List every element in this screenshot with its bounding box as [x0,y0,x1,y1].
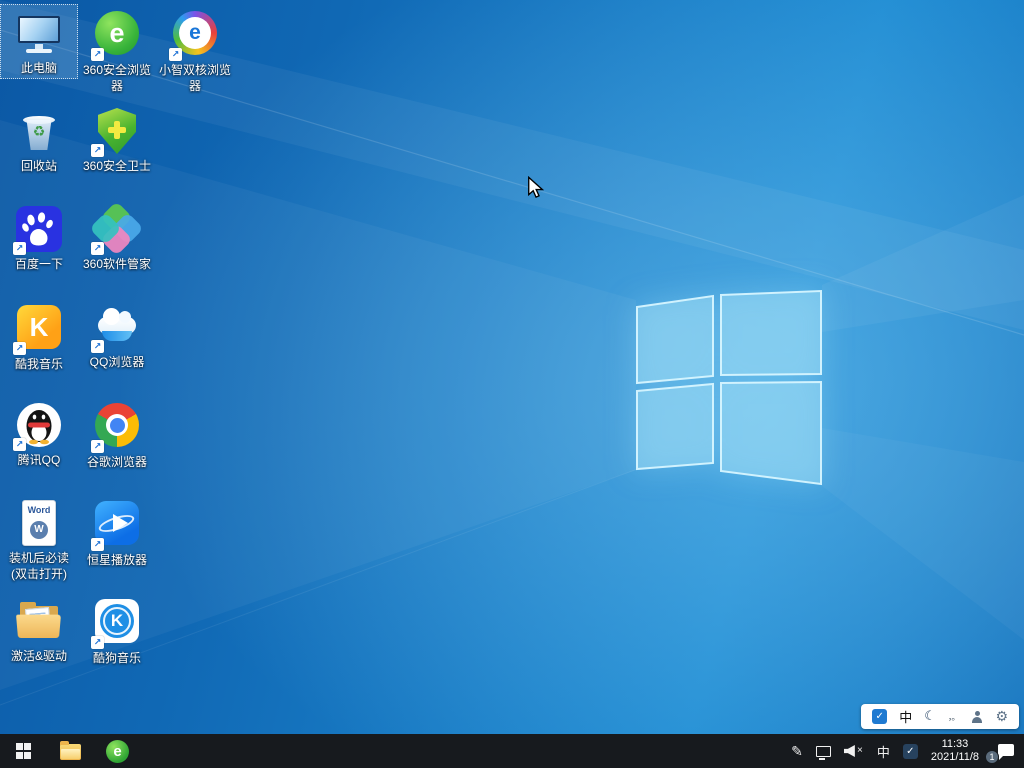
ime-mode-toggle[interactable]: 中 [899,707,912,726]
file-explorer-button[interactable] [47,734,94,768]
kugou-music-icon: K ↗ [91,599,141,649]
desktop-icon-qq-browser[interactable]: ↗ QQ浏览器 [78,298,156,373]
network-icon[interactable] [815,745,831,760]
person-icon[interactable] [971,710,983,723]
volume-muted-icon[interactable]: × [843,744,864,758]
desktop-icon-readme-doc[interactable]: Word W 装机后必读(双击打开) [0,494,78,585]
punctuation-toggle-icon[interactable]: ，。 [948,710,960,723]
icon-label: 酷狗音乐 [92,651,141,665]
shortcut-arrow-icon: ↗ [169,48,182,61]
icon-label: 360软件管家 [82,257,152,271]
folder-icon [15,597,63,645]
play-icon [113,514,128,532]
desktop-icon-activate-drivers[interactable]: 激活&驱动 [0,592,78,667]
star-player-icon: ↗ [91,501,141,551]
action-center-button[interactable]: 1 [985,742,1014,764]
start-button[interactable] [0,734,47,768]
shortcut-arrow-icon: ↗ [91,636,104,649]
word-badge: Word [27,505,51,515]
360-browser-icon: e ↗ [91,11,141,61]
chrome-icon: ↗ [91,403,141,453]
icon-label: 360安全浏览器 [82,63,152,93]
e-glyph: e [179,17,211,49]
ime-language-indicator[interactable]: 中 [877,742,890,761]
k-glyph: K [110,611,124,630]
icon-label: 酷我音乐 [14,357,63,371]
desktop-icon-360-software-manager[interactable]: ↗ 360软件管家 [78,200,156,275]
shortcut-arrow-icon: ↗ [91,48,104,61]
system-tray: ✎ × 中 ✓ 11:33 2021/11/8 1 [791,734,1024,768]
icon-label: 百度一下 [14,257,63,271]
clock-time: 11:33 [941,738,969,750]
ime-logo-icon[interactable]: ✓ [872,709,888,724]
word-document-icon: Word W [15,499,63,547]
settings-gear-icon[interactable]: ⚙ [995,709,1008,725]
icon-label: 此电脑 [20,61,57,75]
taskbar-apps: e [0,734,141,768]
taskbar-clock[interactable]: 11:33 2021/11/8 [931,738,979,764]
desktop-icon-kuwo-music[interactable]: K ↗ 酷我音乐 [0,298,78,375]
360-browser-taskbar-button[interactable]: e [94,734,141,768]
recycle-symbol-icon: ♻ [32,124,46,140]
icon-label: 装机后必读(双击打开) [8,551,69,581]
notification-count-badge: 1 [985,750,999,764]
shortcut-arrow-icon: ↗ [91,242,104,255]
icon-label: 激活&驱动 [10,649,67,663]
360-safeguard-shield-icon: ↗ [91,107,141,157]
shortcut-arrow-icon: ↗ [13,242,26,255]
taskbar: e ✎ × 中 ✓ 11:33 2021/11/8 1 [0,734,1024,768]
icon-label: 恒星播放器 [86,553,147,567]
windows-ink-pen-icon[interactable]: ✎ [791,743,803,760]
notification-bubble-icon [998,744,1014,760]
icon-label: 谷歌浏览器 [86,455,147,469]
desktop-icon-star-player[interactable]: ↗ 恒星播放器 [78,494,156,571]
qq-penguin-icon: ↗ [13,401,63,451]
360-browser-icon: e [106,739,129,763]
desktop-icon-tencent-qq[interactable]: ↗ 腾讯QQ [0,396,78,471]
icon-label: QQ浏览器 [89,355,145,369]
shortcut-arrow-icon: ↗ [91,538,104,551]
icon-label: 360安全卫士 [82,159,152,173]
windows-start-icon [15,743,32,759]
clock-date: 2021/11/8 [930,751,979,763]
word-monogram: W [30,521,48,539]
icon-label: 腾讯QQ [17,453,61,467]
shortcut-arrow-icon: ↗ [13,342,26,355]
shortcut-arrow-icon: ↗ [13,438,26,451]
desktop-icon-recycle-bin[interactable]: ♻ 回收站 [0,102,78,177]
baidu-paw-icon: ↗ [13,205,63,255]
desktop-icon-360-browser[interactable]: e ↗ 360安全浏览器 [78,4,156,97]
shortcut-arrow-icon: ↗ [91,340,104,353]
desktop-icon-xiaozhi-browser[interactable]: e ↗ 小智双核浏览器 [156,4,234,97]
desktop-icon-kugou-music[interactable]: K ↗ 酷狗音乐 [78,592,156,669]
xiaozhi-browser-icon: e ↗ [169,11,219,61]
desktop-icon-baidu[interactable]: ↗ 百度一下 [0,200,78,275]
icon-label: 回收站 [20,159,57,173]
e-glyph: e [109,17,125,48]
k-glyph: K [29,311,49,342]
full-half-width-moon-icon[interactable]: ☾ [924,709,936,724]
security-tray-icon[interactable]: ✓ [902,743,918,759]
mouse-cursor [528,176,544,199]
kuwo-music-icon: K ↗ [13,305,63,355]
desktop-icon-this-pc[interactable]: 此电脑 [0,4,78,79]
this-pc-icon [15,9,63,57]
desktop-icon-chrome[interactable]: ↗ 谷歌浏览器 [78,396,156,473]
qq-browser-cloud-icon: ↗ [91,303,141,353]
ime-toolbar: ✓ 中 ☾ ，。 ⚙ [861,704,1019,729]
recycle-bin-icon: ♻ [15,107,63,155]
shortcut-arrow-icon: ↗ [91,144,104,157]
desktop-icon-360-safeguard[interactable]: ↗ 360安全卫士 [78,102,156,177]
shortcut-arrow-icon: ↗ [91,440,104,453]
folder-icon [60,741,81,760]
icon-label: 小智双核浏览器 [158,63,231,93]
360-software-manager-pinwheel-icon: ↗ [89,201,144,256]
